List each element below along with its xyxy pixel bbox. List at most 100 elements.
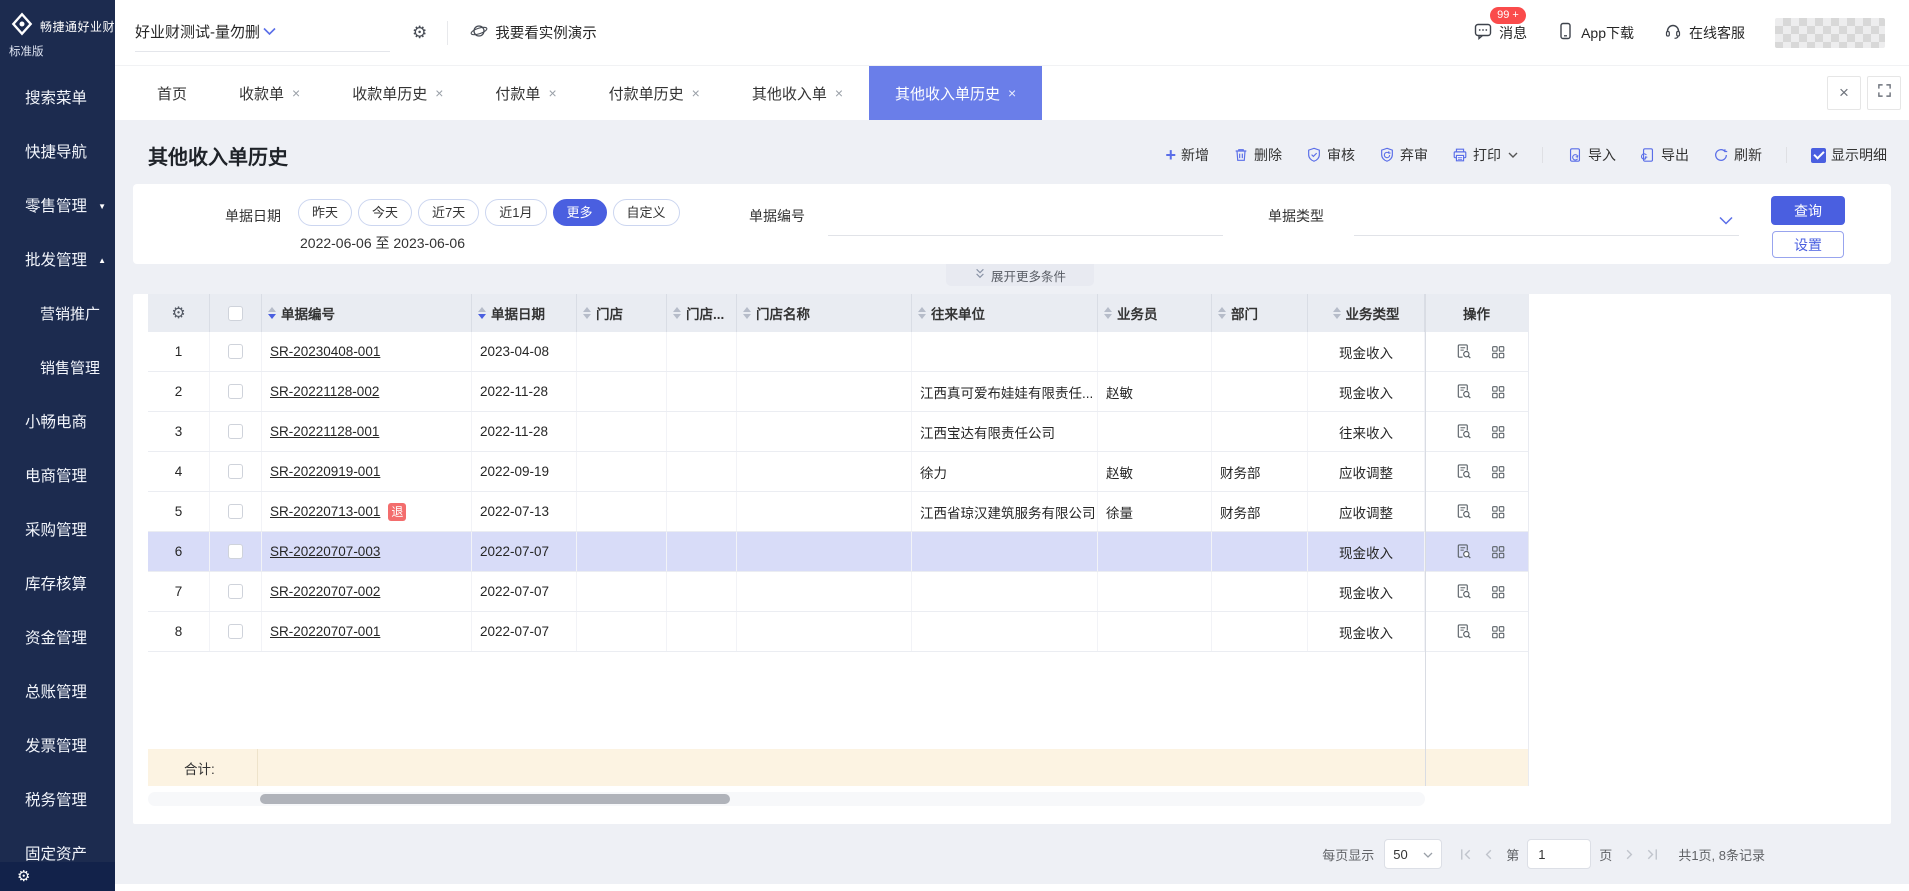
demo-link[interactable]: 我要看实例演示 — [470, 22, 597, 44]
column-header-store_name[interactable]: 门店名称 — [737, 294, 912, 332]
row-checkbox[interactable] — [228, 344, 243, 359]
column-header-bill_no[interactable]: 单据编号 — [262, 294, 472, 332]
sort-icons[interactable] — [268, 307, 276, 319]
sidebar-item-资金管理[interactable]: 资金管理 — [0, 612, 115, 666]
view-detail-icon[interactable] — [1455, 383, 1472, 400]
more-actions-icon[interactable] — [1490, 624, 1506, 640]
sidebar-item-库存核算[interactable]: 库存核算 — [0, 558, 115, 612]
sidebar-item-税务管理[interactable]: 税务管理 — [0, 774, 115, 828]
audit-button[interactable]: 审核 — [1306, 145, 1355, 165]
unaudit-button[interactable]: 弃审 — [1379, 145, 1428, 165]
table-row[interactable]: 8 SR-20220707-001 2022-07-07 现金收入 — [148, 612, 1528, 652]
messages-button[interactable]: 99 + 消息 — [1474, 7, 1527, 43]
sidebar-item-总账管理[interactable]: 总账管理 — [0, 666, 115, 720]
row-checkbox[interactable] — [228, 504, 243, 519]
sidebar-item-批发管理[interactable]: 批发管理 ▲ — [0, 234, 115, 288]
date-range-value[interactable]: 2022-06-06 至 2023-06-06 — [300, 233, 465, 253]
bill-number-link[interactable]: SR-20220707-001 — [270, 624, 380, 639]
sidebar-item-采购管理[interactable]: 采购管理 — [0, 504, 115, 558]
bill-number-link[interactable]: SR-20221128-002 — [270, 384, 379, 399]
last-page-button[interactable] — [1645, 847, 1660, 862]
select-all-checkbox[interactable] — [228, 305, 243, 321]
more-actions-icon[interactable] — [1490, 504, 1506, 520]
tab-首页[interactable]: 首页 — [131, 66, 213, 120]
bill-number-link[interactable]: SR-20220707-002 — [270, 584, 380, 599]
column-header-store[interactable]: 门店 — [577, 294, 667, 332]
close-tab-icon[interactable]: × — [692, 85, 700, 101]
sidebar-item-电商管理[interactable]: 电商管理 — [0, 450, 115, 504]
view-detail-icon[interactable] — [1455, 343, 1472, 360]
sidebar-item-营销推广[interactable]: 营销推广 — [0, 288, 115, 342]
more-actions-icon[interactable] — [1490, 344, 1506, 360]
delete-button[interactable]: 删除 — [1233, 145, 1282, 165]
sidebar-item-零售管理[interactable]: 零售管理 ▼ — [0, 180, 115, 234]
online-service-button[interactable]: 在线客服 — [1664, 22, 1745, 43]
column-settings-gear-icon[interactable]: ⚙ — [171, 303, 185, 323]
date-pill-更多[interactable]: 更多 — [552, 199, 607, 226]
sidebar-settings-gear-icon[interactable]: ⚙ — [17, 869, 30, 884]
row-checkbox[interactable] — [228, 464, 243, 479]
sort-icons[interactable] — [1332, 307, 1341, 319]
sort-icons[interactable] — [673, 307, 681, 319]
refresh-button[interactable]: 刷新 — [1713, 145, 1762, 165]
more-actions-icon[interactable] — [1490, 584, 1506, 600]
date-pill-近7天[interactable]: 近7天 — [418, 199, 480, 226]
column-header-department[interactable]: 部门 — [1212, 294, 1308, 332]
tab-其他收入单[interactable]: 其他收入单 × — [726, 66, 869, 120]
table-row[interactable]: 6 SR-20220707-003 2022-07-07 现金收入 — [148, 532, 1528, 572]
row-checkbox[interactable] — [228, 424, 243, 439]
column-header-biz_type[interactable]: 业务类型 — [1308, 294, 1425, 332]
bill-type-input[interactable] — [1354, 202, 1739, 236]
first-page-button[interactable] — [1458, 847, 1473, 862]
fullscreen-button[interactable] — [1867, 76, 1901, 110]
sort-icons[interactable] — [1218, 307, 1226, 319]
sidebar-item-销售管理[interactable]: 销售管理 — [0, 342, 115, 396]
sidebar-item-搜索菜单[interactable]: 搜索菜单 — [0, 72, 115, 126]
date-pill-昨天[interactable]: 昨天 — [298, 199, 353, 226]
bill-number-link[interactable]: SR-20230408-001 — [270, 344, 380, 359]
app-download-button[interactable]: App下载 — [1557, 22, 1634, 43]
row-checkbox[interactable] — [228, 584, 243, 599]
tab-其他收入单历史[interactable]: 其他收入单历史 × — [869, 66, 1043, 120]
row-checkbox[interactable] — [228, 624, 243, 639]
settings-button[interactable]: 设置 — [1772, 231, 1844, 258]
table-row[interactable]: 4 SR-20220919-001 2022-09-19 徐力 赵敏 财务部 应收调整 — [148, 452, 1528, 492]
close-tab-icon[interactable]: × — [292, 85, 300, 101]
table-row[interactable]: 3 SR-20221128-001 2022-11-28 江西宝达有限责任公司 往来收入 — [148, 412, 1528, 452]
view-detail-icon[interactable] — [1455, 503, 1472, 520]
bill-number-link[interactable]: SR-20220707-003 — [270, 544, 380, 559]
more-actions-icon[interactable] — [1490, 424, 1506, 440]
workspace-selector[interactable]: 好业财测试-量勿删 — [135, 21, 390, 52]
close-all-tabs-button[interactable]: × — [1827, 76, 1861, 110]
more-actions-icon[interactable] — [1490, 464, 1506, 480]
sort-icons[interactable] — [918, 307, 926, 319]
sidebar-item-发票管理[interactable]: 发票管理 — [0, 720, 115, 774]
close-tab-icon[interactable]: × — [435, 85, 443, 101]
bill-number-link[interactable]: SR-20220919-001 — [270, 464, 380, 479]
bill-number-link[interactable]: SR-20220713-001 — [270, 504, 380, 519]
sort-icons[interactable] — [583, 307, 591, 319]
view-detail-icon[interactable] — [1455, 423, 1472, 440]
column-header-salesman[interactable]: 业务员 — [1098, 294, 1212, 332]
import-button[interactable]: 导入 — [1567, 145, 1616, 165]
horizontal-scrollbar-thumb[interactable] — [260, 794, 730, 804]
sort-icons[interactable] — [1104, 307, 1112, 319]
column-header-partner[interactable]: 往来单位 — [912, 294, 1098, 332]
export-button[interactable]: 导出 — [1640, 145, 1689, 165]
workspace-gear-icon[interactable]: ⚙ — [412, 23, 427, 43]
tab-付款单历史[interactable]: 付款单历史 × — [583, 66, 726, 120]
close-tab-icon[interactable]: × — [548, 85, 556, 101]
tab-收款单[interactable]: 收款单 × — [213, 66, 326, 120]
expand-more-conditions[interactable]: 展开更多条件 — [946, 264, 1094, 286]
query-button[interactable]: 查询 — [1771, 196, 1845, 225]
table-row[interactable]: 5 SR-20220713-001 退 2022-07-13 江西省琼汉建筑服务有限公司… — [148, 492, 1528, 532]
tab-付款单[interactable]: 付款单 × — [469, 66, 582, 120]
next-page-button[interactable] — [1622, 847, 1637, 862]
chevron-down-icon[interactable] — [1719, 212, 1733, 230]
view-detail-icon[interactable] — [1455, 543, 1472, 560]
per-page-select[interactable]: 50 — [1384, 839, 1443, 869]
date-pill-今天[interactable]: 今天 — [358, 199, 413, 226]
close-tab-icon[interactable]: × — [1008, 85, 1016, 101]
add-button[interactable]: + 新增 — [1165, 145, 1209, 165]
view-detail-icon[interactable] — [1455, 583, 1472, 600]
